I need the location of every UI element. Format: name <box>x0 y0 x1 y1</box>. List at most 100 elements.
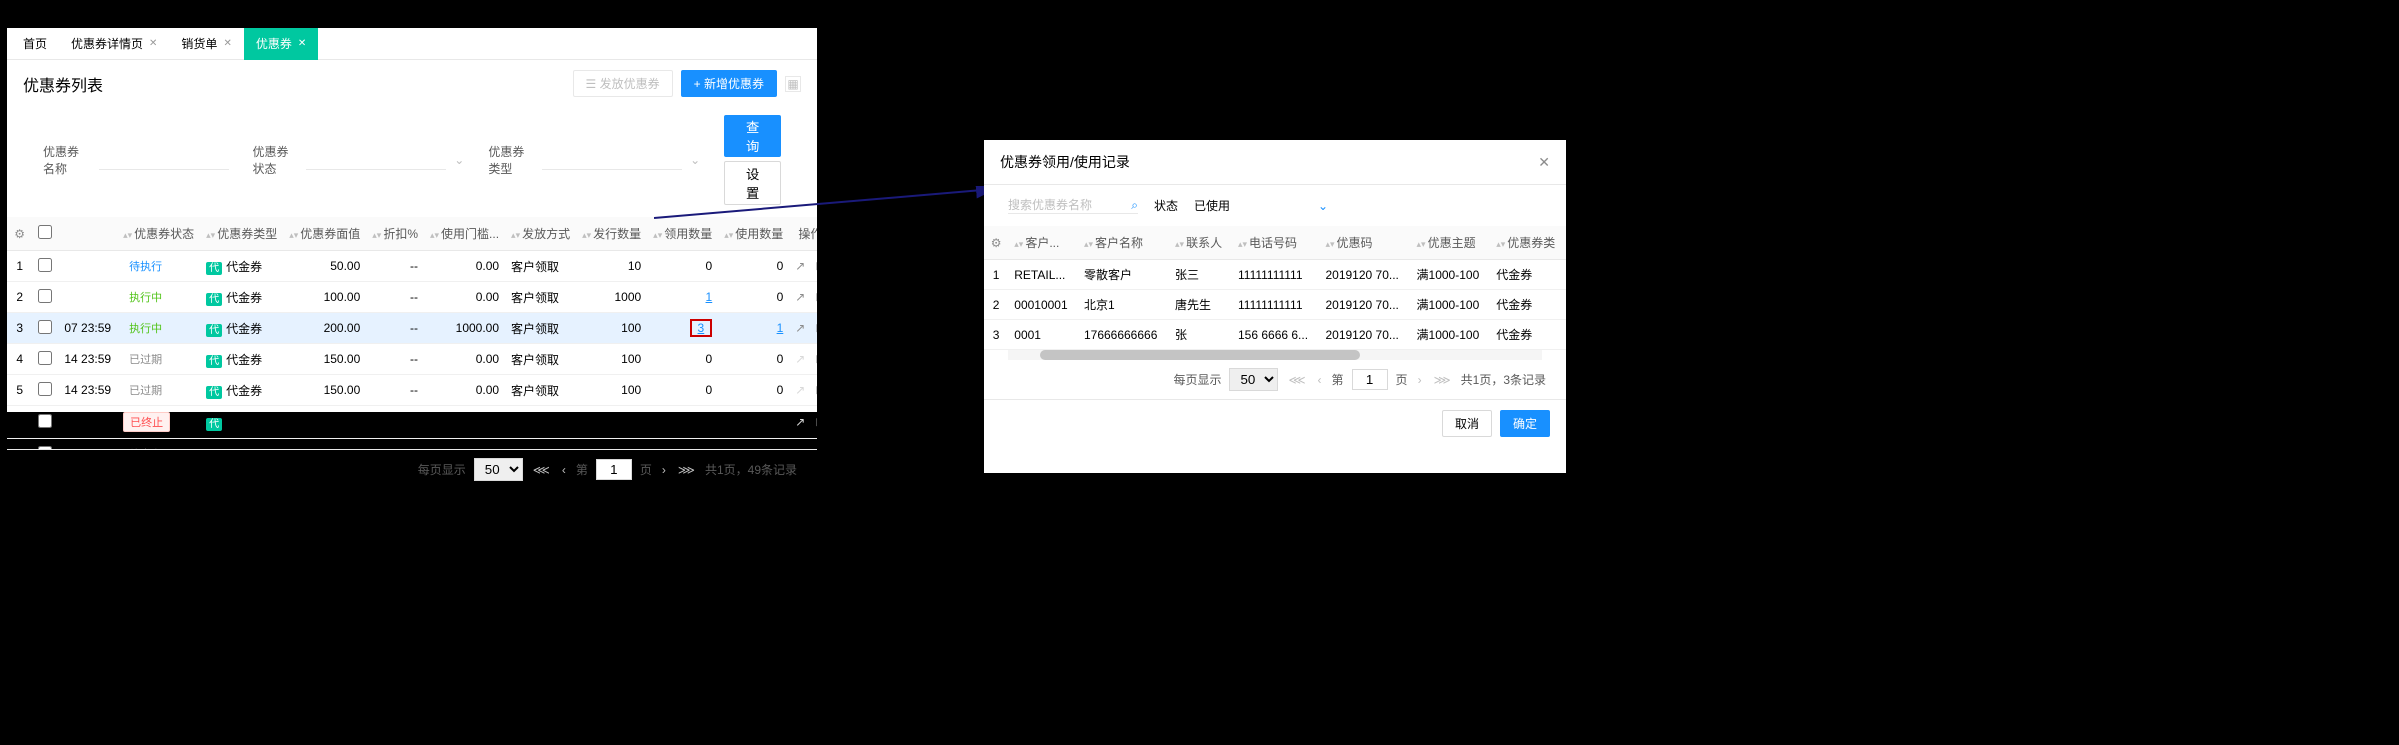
used-link[interactable]: 1 <box>777 321 784 335</box>
share-icon[interactable]: ↗ <box>795 352 805 366</box>
prev-page-icon[interactable]: ‹ <box>1316 373 1324 387</box>
col-contact[interactable]: ▴▾联系人 <box>1169 226 1232 260</box>
table-row[interactable]: 3 0001 17666666666 张 156 6666 6... 20191… <box>984 320 1566 350</box>
last-page-icon[interactable]: ⋙ <box>1432 373 1453 387</box>
confirm-button[interactable]: 确定 <box>1500 410 1550 437</box>
status-badge: 待执行 <box>123 257 168 275</box>
search-icon[interactable]: ⌕ <box>1131 198 1138 213</box>
prev-page-icon[interactable]: ‹ <box>560 463 568 477</box>
next-page-icon[interactable]: › <box>1416 373 1424 387</box>
share-icon[interactable]: ↗ <box>795 383 805 397</box>
col-actions: 操作 <box>789 217 817 251</box>
horizontal-scrollbar[interactable] <box>1008 350 1542 360</box>
page-input[interactable] <box>596 459 632 480</box>
table-row[interactable]: 5 14 23:59 已过期 代代金券 150.00 -- 0.00 客户领取 … <box>7 375 817 406</box>
col-status[interactable]: ▴▾优惠券状态 <box>117 217 200 251</box>
last-page-icon[interactable]: ⋙ <box>676 463 697 477</box>
page-input[interactable] <box>1352 369 1388 390</box>
close-icon[interactable]: ✕ <box>1538 154 1550 171</box>
type-badge: 代 <box>206 355 222 368</box>
gear-icon[interactable]: ⚙ <box>14 227 25 241</box>
qrcode-icon[interactable]: ⊞ <box>815 447 817 449</box>
row-checkbox[interactable] <box>38 446 52 450</box>
table-row[interactable]: 2 00010001 北京1 唐先生 11111111111 2019120 7… <box>984 290 1566 320</box>
col-value[interactable]: ▴▾优惠券面值 <box>283 217 366 251</box>
share-icon[interactable]: ↗ <box>795 259 805 273</box>
sort-icon: ▴▾ <box>1496 242 1505 247</box>
filter-status-select[interactable] <box>306 150 446 170</box>
status-filter-label: 状态 <box>1154 197 1178 214</box>
share-icon[interactable]: ↗ <box>795 447 805 449</box>
col-type[interactable]: ▴▾优惠券类型 <box>200 217 283 251</box>
col-issued[interactable]: ▴▾发行数量 <box>576 217 647 251</box>
first-page-icon[interactable]: ⋘ <box>531 463 552 477</box>
cancel-button[interactable]: 取消 <box>1442 410 1492 437</box>
filter-name-input[interactable] <box>99 150 229 170</box>
col-custcode[interactable]: ▴▾客户... <box>1008 226 1078 260</box>
table-row[interactable]: 1 RETAIL... 零散客户 张三 11111111111 2019120 … <box>984 260 1566 290</box>
qrcode-icon[interactable]: ⊞ <box>815 352 817 366</box>
col-claimed[interactable]: ▴▾领用数量 <box>647 217 718 251</box>
status-badge: 执行中 <box>123 319 168 337</box>
col-method[interactable]: ▴▾发放方式 <box>505 217 576 251</box>
coupon-list-panel: 首页 优惠券详情页✕ 销货单✕ 优惠券✕ 优惠券列表 ☰ 发放优惠券 + 新增优… <box>7 28 817 412</box>
col-threshold[interactable]: ▴▾使用门槛... <box>424 217 505 251</box>
sort-icon: ▴▾ <box>1014 242 1023 247</box>
tab-detail[interactable]: 优惠券详情页✕ <box>59 28 169 60</box>
add-coupon-button[interactable]: + 新增优惠券 <box>681 70 777 97</box>
share-icon[interactable]: ↗ <box>795 290 805 304</box>
settings-button[interactable]: 设置 <box>724 161 781 205</box>
close-icon[interactable]: ✕ <box>149 38 157 49</box>
row-checkbox[interactable] <box>38 320 52 334</box>
row-checkbox[interactable] <box>38 382 52 396</box>
next-page-icon[interactable]: › <box>660 463 668 477</box>
tab-home[interactable]: 首页 <box>11 28 59 60</box>
sort-icon: ▴▾ <box>123 233 132 238</box>
first-page-icon[interactable]: ⋘ <box>1286 373 1307 387</box>
table-row[interactable]: 7 14 23:59 待发布 代代金券 150.00 -- 0.00 客户领取 … <box>7 439 817 450</box>
table-row[interactable]: 6 14 23:59 已终止 代代金券 150.00 -- 0.00 客户领取 … <box>7 406 817 439</box>
close-icon[interactable]: ✕ <box>298 38 306 49</box>
share-icon[interactable]: ↗ <box>795 321 805 335</box>
table-row[interactable]: 4 14 23:59 已过期 代代金券 150.00 -- 0.00 客户领取 … <box>7 344 817 375</box>
select-all-checkbox[interactable] <box>38 225 52 239</box>
table-row[interactable]: 1 待执行 代代金券 50.00 -- 0.00 客户领取 10 0 0 ↗⊞ <box>7 251 817 282</box>
distribute-coupon-button[interactable]: ☰ 发放优惠券 <box>573 70 673 97</box>
col-discount[interactable]: ▴▾折扣% <box>366 217 424 251</box>
col-phone[interactable]: ▴▾电话号码 <box>1232 226 1319 260</box>
col-used[interactable]: ▴▾使用数量 <box>718 217 789 251</box>
sort-icon: ▴▾ <box>724 233 733 238</box>
layout-icon[interactable]: ▦ <box>785 76 801 92</box>
filter-type-select[interactable] <box>542 150 682 170</box>
col-ctype[interactable]: ▴▾优惠券类 <box>1490 226 1566 260</box>
chevron-down-icon[interactable]: ⌄ <box>1318 199 1328 213</box>
per-page-select[interactable]: 50 <box>474 458 523 481</box>
search-button[interactable]: 查询 <box>724 115 781 157</box>
search-input[interactable] <box>1008 198 1131 212</box>
col-theme[interactable]: ▴▾优惠主题 <box>1411 226 1491 260</box>
col-couponcode[interactable]: ▴▾优惠码 <box>1319 226 1410 260</box>
per-page-select[interactable]: 50 <box>1229 368 1278 391</box>
type-badge: 代 <box>206 293 222 306</box>
qrcode-icon[interactable]: ⊞ <box>815 383 817 397</box>
row-checkbox[interactable] <box>38 258 52 272</box>
row-checkbox[interactable] <box>38 414 52 428</box>
tab-coupon[interactable]: 优惠券✕ <box>244 28 318 60</box>
row-checkbox[interactable] <box>38 351 52 365</box>
tab-sales[interactable]: 销货单✕ <box>169 28 243 60</box>
claimed-link[interactable]: 3 <box>698 321 705 335</box>
table-row[interactable]: 3 07 23:59 执行中 代代金券 200.00 -- 1000.00 客户… <box>7 313 817 344</box>
qrcode-icon[interactable]: ⊞ <box>815 259 817 273</box>
qrcode-icon[interactable]: ⊞ <box>815 321 817 335</box>
gear-icon[interactable]: ⚙ <box>991 236 1002 250</box>
close-icon[interactable]: ✕ <box>223 38 231 49</box>
table-row[interactable]: 2 执行中 代代金券 100.00 -- 0.00 客户领取 1000 1 0 … <box>7 282 817 313</box>
claimed-link[interactable]: 1 <box>706 290 713 304</box>
col-custname[interactable]: ▴▾客户名称 <box>1078 226 1169 260</box>
share-icon[interactable]: ↗ <box>795 415 805 429</box>
qrcode-icon[interactable]: ⊞ <box>815 290 817 304</box>
sort-icon: ▴▾ <box>582 233 591 238</box>
status-filter-value[interactable]: 已使用 <box>1194 197 1230 214</box>
qrcode-icon[interactable]: ⊞ <box>815 415 817 429</box>
row-checkbox[interactable] <box>38 289 52 303</box>
